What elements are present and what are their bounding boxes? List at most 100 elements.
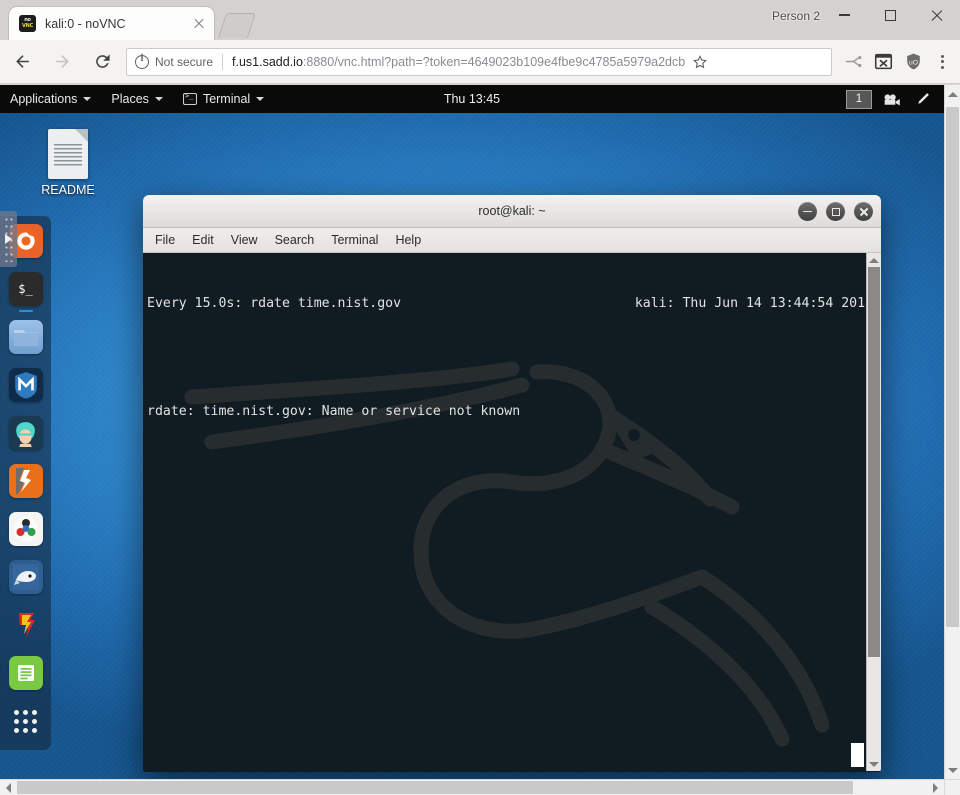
metasploit-icon bbox=[13, 371, 39, 399]
dock-item-leafpad[interactable] bbox=[9, 656, 43, 690]
watch-header-line: Every 15.0s: rdate time.nist.gov kali: T… bbox=[147, 295, 873, 313]
triangle-up-icon bbox=[869, 258, 879, 263]
dock-drag-handle[interactable] bbox=[0, 211, 17, 267]
blank-line bbox=[147, 349, 873, 367]
dock-item-burpsuite[interactable] bbox=[9, 464, 43, 498]
profile-label[interactable]: Person 2 bbox=[772, 9, 820, 23]
terminal-scroll-up-arrow[interactable] bbox=[867, 253, 881, 267]
scrollbar-corner bbox=[944, 779, 960, 795]
scroll-up-button[interactable] bbox=[945, 85, 960, 103]
menu-item-file[interactable]: File bbox=[155, 233, 175, 247]
show-applications-button[interactable] bbox=[9, 704, 43, 738]
watch-command: Every 15.0s: rdate time.nist.gov bbox=[147, 295, 401, 313]
terminal-title: root@kali: ~ bbox=[478, 204, 545, 218]
novnc-favicon: no VNC bbox=[19, 15, 36, 32]
new-tab-button[interactable] bbox=[218, 13, 256, 38]
forward-button[interactable] bbox=[44, 44, 80, 80]
dock-item-owasp-zap[interactable] bbox=[9, 512, 43, 546]
panel-clock[interactable]: Thu 13:45 bbox=[0, 92, 944, 106]
scroll-right-button[interactable] bbox=[927, 780, 944, 795]
triangle-down-icon bbox=[948, 768, 958, 773]
terminal-minimize-button[interactable] bbox=[798, 202, 817, 221]
url-path: :8880/vnc.html?path=?token=4649023b109e4… bbox=[303, 55, 685, 69]
clip-icon[interactable] bbox=[838, 47, 868, 77]
beef-avatar-icon bbox=[12, 420, 39, 447]
document-lines bbox=[54, 144, 82, 166]
url-text: f.us1.sadd.io:8880/vnc.html?path=?token=… bbox=[232, 55, 685, 69]
terminal-window[interactable]: root@kali: ~ File bbox=[143, 195, 881, 772]
url-host: f.us1.sadd.io bbox=[232, 55, 303, 69]
terminal-error-line: rdate: time.nist.gov: Name or service no… bbox=[147, 403, 873, 421]
watch-host-time: kali: Thu Jun 14 13:44:54 2018 bbox=[635, 295, 873, 313]
reload-button[interactable] bbox=[84, 44, 120, 80]
scroll-down-button[interactable] bbox=[945, 761, 960, 779]
terminal-scrollbar[interactable] bbox=[866, 253, 881, 771]
terminal-scroll-down-arrow[interactable] bbox=[867, 757, 881, 771]
svg-text:uO: uO bbox=[909, 59, 918, 66]
desktop-icon-label: README bbox=[41, 183, 94, 197]
minimize-icon bbox=[803, 211, 812, 213]
favicon-text-bottom: VNC bbox=[22, 24, 33, 30]
triangle-right-icon bbox=[933, 783, 938, 793]
terminal-titlebar[interactable]: root@kali: ~ bbox=[143, 195, 881, 228]
dock-item-faraday[interactable] bbox=[9, 608, 43, 642]
terminal-menubar: File Edit View Search Terminal Help bbox=[143, 228, 881, 253]
chrome-browser-window: no VNC kali:0 - noVNC Person 2 bbox=[0, 0, 960, 795]
page-vertical-scrollbar[interactable] bbox=[944, 85, 960, 779]
dock-item-wireshark[interactable] bbox=[9, 560, 43, 594]
terminal-maximize-button[interactable] bbox=[826, 202, 845, 221]
window-x-extension-icon[interactable] bbox=[868, 47, 898, 77]
security-status-text: Not secure bbox=[155, 55, 213, 69]
browser-toolbar: Not secure f.us1.sadd.io:8880/vnc.html?p… bbox=[0, 40, 960, 84]
terminal-cursor bbox=[851, 743, 864, 767]
close-tab-icon[interactable] bbox=[190, 15, 208, 33]
page-horizontal-scrollbar[interactable] bbox=[0, 779, 960, 795]
minimize-icon bbox=[839, 14, 850, 15]
menu-item-help[interactable]: Help bbox=[395, 233, 421, 247]
dock-item-terminal[interactable]: $_ bbox=[9, 272, 43, 306]
back-arrow-icon bbox=[13, 52, 32, 71]
app-grid-icon bbox=[14, 710, 37, 733]
terminal-close-button[interactable] bbox=[854, 202, 873, 221]
browser-tab-novnc[interactable]: no VNC kali:0 - noVNC bbox=[8, 6, 215, 40]
chrome-menu-icon[interactable] bbox=[928, 47, 956, 77]
desktop-icon-readme[interactable]: README bbox=[28, 129, 108, 197]
window-close-button[interactable] bbox=[913, 0, 959, 30]
horizontal-scrollbar-thumb[interactable] bbox=[17, 781, 853, 794]
menu-item-terminal[interactable]: Terminal bbox=[331, 233, 378, 247]
triangle-down-icon bbox=[869, 762, 879, 767]
terminal-output: Every 15.0s: rdate time.nist.gov kali: T… bbox=[143, 253, 881, 457]
menu-item-search[interactable]: Search bbox=[275, 233, 315, 247]
bookmark-star-icon[interactable] bbox=[685, 48, 715, 76]
tab-strip: no VNC kali:0 - noVNC Person 2 bbox=[0, 0, 960, 40]
triangle-up-icon bbox=[948, 92, 958, 97]
application-dock: $_ bbox=[0, 216, 51, 750]
maximize-icon bbox=[832, 208, 840, 216]
window-maximize-button[interactable] bbox=[867, 0, 913, 30]
window-minimize-button[interactable] bbox=[821, 0, 867, 30]
terminal-scrollbar-thumb[interactable] bbox=[868, 267, 880, 657]
terminal-body[interactable]: Every 15.0s: rdate time.nist.gov kali: T… bbox=[143, 253, 881, 771]
burpsuite-icon bbox=[13, 468, 39, 494]
wireshark-icon bbox=[13, 564, 39, 590]
vertical-scrollbar-thumb[interactable] bbox=[946, 107, 959, 627]
menu-item-view[interactable]: View bbox=[231, 233, 258, 247]
dock-item-metasploit[interactable] bbox=[9, 368, 43, 402]
address-bar[interactable]: Not secure f.us1.sadd.io:8880/vnc.html?p… bbox=[126, 48, 832, 76]
screenshot-root: no VNC kali:0 - noVNC Person 2 bbox=[0, 0, 960, 795]
faraday-icon bbox=[13, 611, 39, 639]
back-button[interactable] bbox=[4, 44, 40, 80]
maximize-icon bbox=[885, 10, 896, 21]
terminal-window-buttons bbox=[798, 195, 873, 228]
scroll-left-button[interactable] bbox=[0, 780, 17, 795]
folder-icon bbox=[13, 326, 39, 348]
dock-item-files[interactable] bbox=[9, 320, 43, 354]
menu-item-edit[interactable]: Edit bbox=[192, 233, 214, 247]
ublock-shield-icon[interactable]: uO bbox=[898, 47, 928, 77]
dock-item-beef[interactable] bbox=[9, 416, 43, 450]
terminal-prompt-glyph: $_ bbox=[18, 282, 32, 296]
security-indicator[interactable]: Not secure bbox=[135, 55, 213, 69]
tab-title: kali:0 - noVNC bbox=[45, 17, 190, 31]
text-editor-icon bbox=[14, 661, 38, 685]
vnc-viewport[interactable]: Applications Places Terminal Thu 13:45 1 bbox=[0, 85, 944, 779]
